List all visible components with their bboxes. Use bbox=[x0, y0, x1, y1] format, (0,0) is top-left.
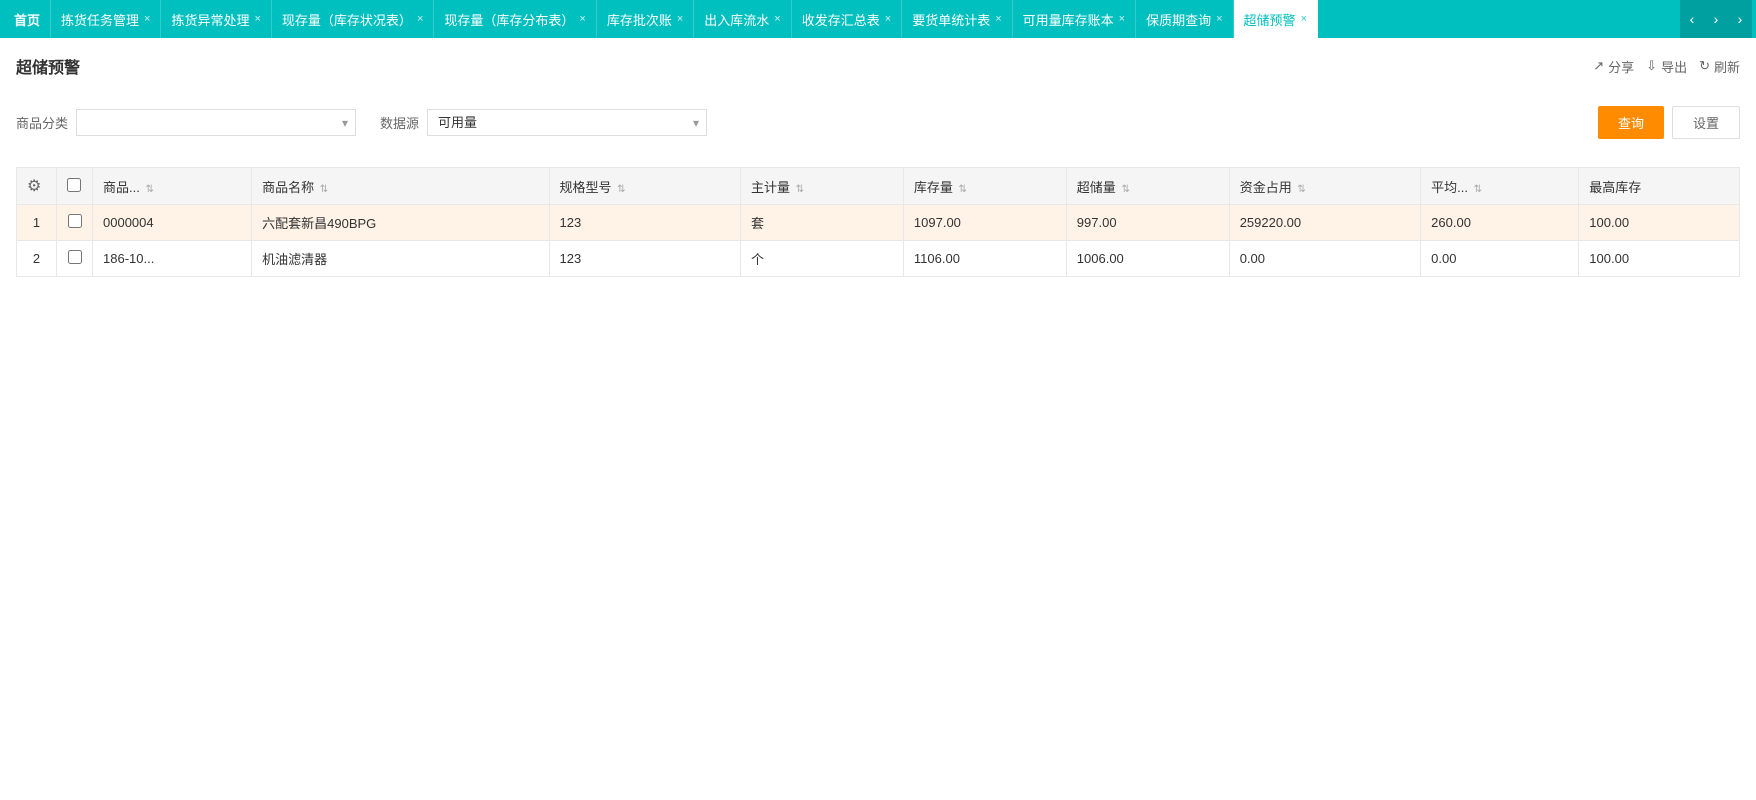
settings-button[interactable]: 设置 bbox=[1672, 106, 1740, 139]
row-overstock-0: 997.00 bbox=[1066, 205, 1229, 241]
row-stock-0: 1097.00 bbox=[903, 205, 1066, 241]
query-button[interactable]: 查询 bbox=[1598, 106, 1664, 139]
nav-prev-button[interactable]: ‹ bbox=[1680, 0, 1704, 38]
refresh-icon: ↻ bbox=[1699, 58, 1710, 74]
header-code[interactable]: 商品... ⇅ bbox=[93, 168, 252, 205]
nav-tab-flow[interactable]: 出入库流水 × bbox=[694, 0, 791, 38]
sort-icon-unit: ⇅ bbox=[796, 184, 804, 195]
data-table: ⚙ 商品... ⇅ 商品名称 ⇅ 规格型号 ⇅ 主计量 bbox=[16, 167, 1740, 277]
header-unit[interactable]: 主计量 ⇅ bbox=[741, 168, 904, 205]
row-capital-0: 259220.00 bbox=[1229, 205, 1420, 241]
table-header-row: ⚙ 商品... ⇅ 商品名称 ⇅ 规格型号 ⇅ 主计量 bbox=[17, 168, 1740, 205]
nav-tab-stock-dist[interactable]: 现存量（库存分布表） × bbox=[434, 0, 596, 38]
header-avg[interactable]: 平均... ⇅ bbox=[1421, 168, 1579, 205]
table-row: 1 0000004 六配套新昌490BPG 123 套 1097.00 997.… bbox=[17, 205, 1740, 241]
row-max-1: 100.00 bbox=[1579, 241, 1740, 277]
sort-icon-overstock: ⇅ bbox=[1121, 184, 1129, 195]
category-filter-group: 商品分类 bbox=[16, 109, 356, 136]
sort-icon-name: ⇅ bbox=[320, 184, 328, 195]
row-overstock-1: 1006.00 bbox=[1066, 241, 1229, 277]
share-icon: ↗ bbox=[1593, 58, 1604, 74]
row-capital-1: 0.00 bbox=[1229, 241, 1420, 277]
filter-actions: 查询 设置 bbox=[1598, 106, 1740, 139]
datasource-label: 数据源 bbox=[380, 113, 419, 132]
close-tab-summary[interactable]: × bbox=[885, 13, 891, 25]
header-settings[interactable]: ⚙ bbox=[17, 168, 57, 205]
sort-icon-spec: ⇅ bbox=[617, 184, 625, 195]
share-button[interactable]: ↗ 分享 bbox=[1593, 57, 1634, 76]
nav-tab-task[interactable]: 拣货任务管理 × bbox=[51, 0, 161, 38]
main-content: 超储预警 ↗ 分享 ⇩ 导出 ↻ 刷新 商品分类 bbox=[0, 38, 1756, 800]
nav-tab-abnormal[interactable]: 拣货异常处理 × bbox=[161, 0, 271, 38]
header-overstock[interactable]: 超储量 ⇅ bbox=[1066, 168, 1229, 205]
close-tab-available[interactable]: × bbox=[1119, 13, 1125, 25]
row-checkbox-0[interactable] bbox=[57, 205, 93, 241]
close-tab-batch[interactable]: × bbox=[677, 13, 683, 25]
row-max-0: 100.00 bbox=[1579, 205, 1740, 241]
row-name-1: 机油滤清器 bbox=[252, 241, 549, 277]
gear-icon[interactable]: ⚙ bbox=[27, 178, 41, 195]
header-stock[interactable]: 库存量 ⇅ bbox=[903, 168, 1066, 205]
filter-area: 商品分类 数据源 可用量 库存量 查询 设置 bbox=[16, 94, 1740, 151]
row-number-1: 2 bbox=[17, 241, 57, 277]
datasource-filter-group: 数据源 可用量 库存量 bbox=[380, 109, 707, 136]
header-max[interactable]: 最高库存 bbox=[1579, 168, 1740, 205]
sort-icon-avg: ⇅ bbox=[1474, 184, 1482, 195]
close-tab-stock-dist[interactable]: × bbox=[579, 13, 585, 25]
nav-tab-batch[interactable]: 库存批次账 × bbox=[597, 0, 694, 38]
category-select-wrapper bbox=[76, 109, 356, 136]
row-select-0[interactable] bbox=[68, 214, 82, 228]
close-tab-stock-status[interactable]: × bbox=[417, 13, 423, 25]
row-unit-1: 个 bbox=[741, 241, 904, 277]
page-title: 超储预警 bbox=[16, 54, 80, 78]
datasource-select-wrapper: 可用量 库存量 bbox=[427, 109, 707, 136]
close-tab-order-stat[interactable]: × bbox=[995, 13, 1001, 25]
select-all-checkbox[interactable] bbox=[67, 178, 81, 192]
row-number-0: 1 bbox=[17, 205, 57, 241]
nav-tab-available[interactable]: 可用量库存账本 × bbox=[1013, 0, 1136, 38]
nav-tab-summary[interactable]: 收发存汇总表 × bbox=[792, 0, 902, 38]
close-tab-task[interactable]: × bbox=[144, 13, 150, 25]
header-checkbox[interactable] bbox=[57, 168, 93, 205]
nav-tab-order-stat[interactable]: 要货单统计表 × bbox=[902, 0, 1012, 38]
close-tab-abnormal[interactable]: × bbox=[254, 13, 260, 25]
export-icon: ⇩ bbox=[1646, 58, 1657, 74]
nav-tab-home[interactable]: 首页 bbox=[4, 0, 51, 38]
row-stock-1: 1106.00 bbox=[903, 241, 1066, 277]
refresh-button[interactable]: ↻ 刷新 bbox=[1699, 57, 1740, 76]
row-avg-1: 0.00 bbox=[1421, 241, 1579, 277]
row-code-0: 0000004 bbox=[93, 205, 252, 241]
sort-icon-capital: ⇅ bbox=[1297, 184, 1305, 195]
top-navigation: 首页 拣货任务管理 × 拣货异常处理 × 现存量（库存状况表） × 现存量（库存… bbox=[0, 0, 1756, 38]
category-label: 商品分类 bbox=[16, 113, 68, 132]
header-spec[interactable]: 规格型号 ⇅ bbox=[549, 168, 740, 205]
row-name-0: 六配套新昌490BPG bbox=[252, 205, 549, 241]
row-avg-0: 260.00 bbox=[1421, 205, 1579, 241]
category-select[interactable] bbox=[76, 109, 356, 136]
table-row: 2 186-10... 机油滤清器 123 个 1106.00 1006.00 … bbox=[17, 241, 1740, 277]
nav-arrows: ‹ › › bbox=[1680, 0, 1752, 38]
row-spec-0: 123 bbox=[549, 205, 740, 241]
row-unit-0: 套 bbox=[741, 205, 904, 241]
header-name[interactable]: 商品名称 ⇅ bbox=[252, 168, 549, 205]
header-capital[interactable]: 资金占用 ⇅ bbox=[1229, 168, 1420, 205]
close-tab-overstock[interactable]: × bbox=[1301, 13, 1307, 25]
row-select-1[interactable] bbox=[68, 250, 82, 264]
row-spec-1: 123 bbox=[549, 241, 740, 277]
close-tab-expiry[interactable]: × bbox=[1216, 13, 1222, 25]
page-header: 超储预警 ↗ 分享 ⇩ 导出 ↻ 刷新 bbox=[16, 54, 1740, 78]
row-code-1: 186-10... bbox=[93, 241, 252, 277]
export-button[interactable]: ⇩ 导出 bbox=[1646, 57, 1687, 76]
header-actions: ↗ 分享 ⇩ 导出 ↻ 刷新 bbox=[1593, 57, 1740, 76]
nav-tab-stock-status[interactable]: 现存量（库存状况表） × bbox=[272, 0, 434, 38]
sort-icon-stock: ⇅ bbox=[959, 184, 967, 195]
nav-next-button[interactable]: › bbox=[1704, 0, 1728, 38]
nav-more-button[interactable]: › bbox=[1728, 0, 1752, 38]
datasource-select[interactable]: 可用量 库存量 bbox=[427, 109, 707, 136]
row-checkbox-1[interactable] bbox=[57, 241, 93, 277]
sort-icon-code: ⇅ bbox=[145, 184, 153, 195]
nav-tab-expiry[interactable]: 保质期查询 × bbox=[1136, 0, 1233, 38]
nav-tab-overstock[interactable]: 超储预警 × bbox=[1234, 0, 1318, 38]
close-tab-flow[interactable]: × bbox=[774, 13, 780, 25]
